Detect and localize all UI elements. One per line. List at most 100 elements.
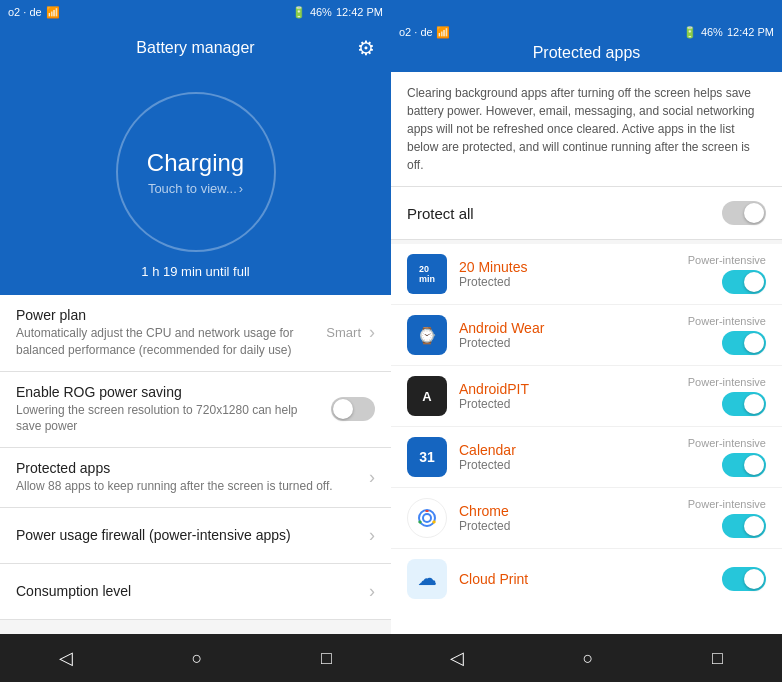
app-icon-20minutes: 20min [407,254,447,294]
toggle-androidpit[interactable] [722,392,766,416]
app-icon-androidpit: A [407,376,447,416]
right-status-left: o2 · de 📶 [399,26,450,39]
app-status-androidwear: Protected [459,336,688,350]
left-nav-recents[interactable]: □ [297,640,356,677]
power-label-20minutes: Power-intensive [688,254,766,266]
toggle-20minutes[interactable] [722,270,766,294]
app-info-calendar: Calendar Protected [459,442,688,472]
app-row-right-20minutes: Power-intensive [688,254,766,294]
app-status-20minutes: Protected [459,275,688,289]
app-row-20minutes[interactable]: 20min 20 Minutes Protected Power-intensi… [391,244,782,305]
charging-circle[interactable]: Charging Touch to view... › [116,92,276,252]
app-name-androidpit: AndroidPIT [459,381,688,397]
gear-icon[interactable]: ⚙ [357,36,375,60]
power-plan-desc: Automatically adjust the CPU and network… [16,325,318,359]
left-bottom-nav: ◁ ○ □ [0,634,391,682]
protect-all-toggle-knob [744,203,764,223]
protected-apps-desc: Allow 88 apps to keep running after the … [16,478,361,495]
toggle-knob-androidwear [744,333,764,353]
right-bottom-nav: ◁ ○ □ [391,634,782,682]
app-row-right-chrome: Power-intensive [688,498,766,538]
app-row-androidpit[interactable]: A AndroidPIT Protected Power-intensive [391,366,782,427]
right-nav-recents[interactable]: □ [688,640,747,677]
right-panel: o2 · de 📶 🔋 46% 12:42 PM Protected apps … [391,0,782,682]
rog-content: Enable ROG power saving Lowering the scr… [16,384,323,436]
menu-item-consumption[interactable]: Consumption level › [0,564,391,620]
power-plan-chevron: › [369,322,375,343]
app-row-calendar[interactable]: 31 Calendar Protected Power-intensive [391,427,782,488]
time-until-full: 1 h 19 min until full [141,264,249,279]
power-plan-value: Smart [326,325,361,340]
menu-item-rog[interactable]: Enable ROG power saving Lowering the scr… [0,372,391,449]
app-row-chrome[interactable]: Chrome Protected Power-intensive [391,488,782,549]
charging-title: Charging [147,149,244,177]
left-time: 12:42 PM [336,6,383,18]
left-status-left: o2 · de 📶 [8,6,60,19]
right-nav-back[interactable]: ◁ [426,639,488,677]
right-battery: 46% [701,26,723,38]
right-status-right: 🔋 46% 12:42 PM [683,26,774,39]
right-time: 12:42 PM [727,26,774,38]
menu-item-firewall[interactable]: Power usage firewall (power-intensive ap… [0,508,391,564]
left-signal-icon: 📶 [46,6,60,19]
app-info-cloudprint: Cloud Print [459,571,722,587]
charging-section: Charging Touch to view... › 1 h 19 min u… [0,72,391,295]
rog-toggle[interactable] [331,397,375,421]
app-name-calendar: Calendar [459,442,688,458]
left-status-bar: o2 · de 📶 🔋 46% 12:42 PM [0,0,391,24]
app-icon-androidwear: ⌚ [407,315,447,355]
power-plan-right: Smart › [326,322,375,343]
right-header: o2 · de 📶 🔋 46% 12:42 PM Protected apps [391,0,782,72]
toggle-androidwear[interactable] [722,331,766,355]
right-nav-home[interactable]: ○ [559,640,618,677]
chevron-right-icon: › [239,181,243,196]
app-info-androidwear: Android Wear Protected [459,320,688,350]
menu-item-protected-apps[interactable]: Protected apps Allow 88 apps to keep run… [0,448,391,508]
toggle-chrome[interactable] [722,514,766,538]
rog-title: Enable ROG power saving [16,384,323,400]
touch-to-view-label: Touch to view... [148,181,237,196]
toggle-calendar[interactable] [722,453,766,477]
consumption-title: Consumption level [16,583,361,599]
app-name-cloudprint: Cloud Print [459,571,722,587]
right-signal-icon: 📶 [436,26,450,38]
toggle-cloudprint[interactable] [722,567,766,591]
touch-to-view[interactable]: Touch to view... › [148,181,243,196]
consumption-right: › [369,581,375,602]
left-status-right: 🔋 46% 12:42 PM [292,6,383,19]
rog-desc: Lowering the screen resolution to 720x12… [16,402,323,436]
app-row-right-cloudprint [722,567,766,591]
protect-all-toggle[interactable] [722,201,766,225]
protect-all-row[interactable]: Protect all [391,187,782,240]
left-battery: 46% [310,6,332,18]
menu-list: Power plan Automatically adjust the CPU … [0,295,391,634]
app-row-right-androidwear: Power-intensive [688,315,766,355]
app-status-calendar: Protected [459,458,688,472]
power-label-chrome: Power-intensive [688,498,766,510]
app-info-20minutes: 20 Minutes Protected [459,259,688,289]
battery-manager-title: Battery manager [136,39,254,57]
power-plan-content: Power plan Automatically adjust the CPU … [16,307,318,359]
protect-all-label: Protect all [407,205,474,222]
chrome-svg [413,504,441,532]
toggle-knob-cloudprint [744,569,764,589]
power-label-androidwear: Power-intensive [688,315,766,327]
app-row-androidwear[interactable]: ⌚ Android Wear Protected Power-intensive [391,305,782,366]
app-list: 20min 20 Minutes Protected Power-intensi… [391,244,782,634]
description-text: Clearing background apps after turning o… [407,86,755,172]
firewall-content: Power usage firewall (power-intensive ap… [16,527,361,543]
app-status-androidpit: Protected [459,397,688,411]
left-battery-icon: 🔋 [292,6,306,19]
left-nav-back[interactable]: ◁ [35,639,97,677]
protected-apps-chevron: › [369,467,375,488]
toggle-knob-androidpit [744,394,764,414]
left-nav-home[interactable]: ○ [168,640,227,677]
app-name-chrome: Chrome [459,503,688,519]
firewall-right: › [369,525,375,546]
firewall-chevron: › [369,525,375,546]
right-battery-icon: 🔋 [683,26,697,39]
app-row-cloudprint[interactable]: ☁ Cloud Print [391,549,782,609]
app-name-20minutes: 20 Minutes [459,259,688,275]
app-name-androidwear: Android Wear [459,320,688,336]
menu-item-power-plan[interactable]: Power plan Automatically adjust the CPU … [0,295,391,372]
